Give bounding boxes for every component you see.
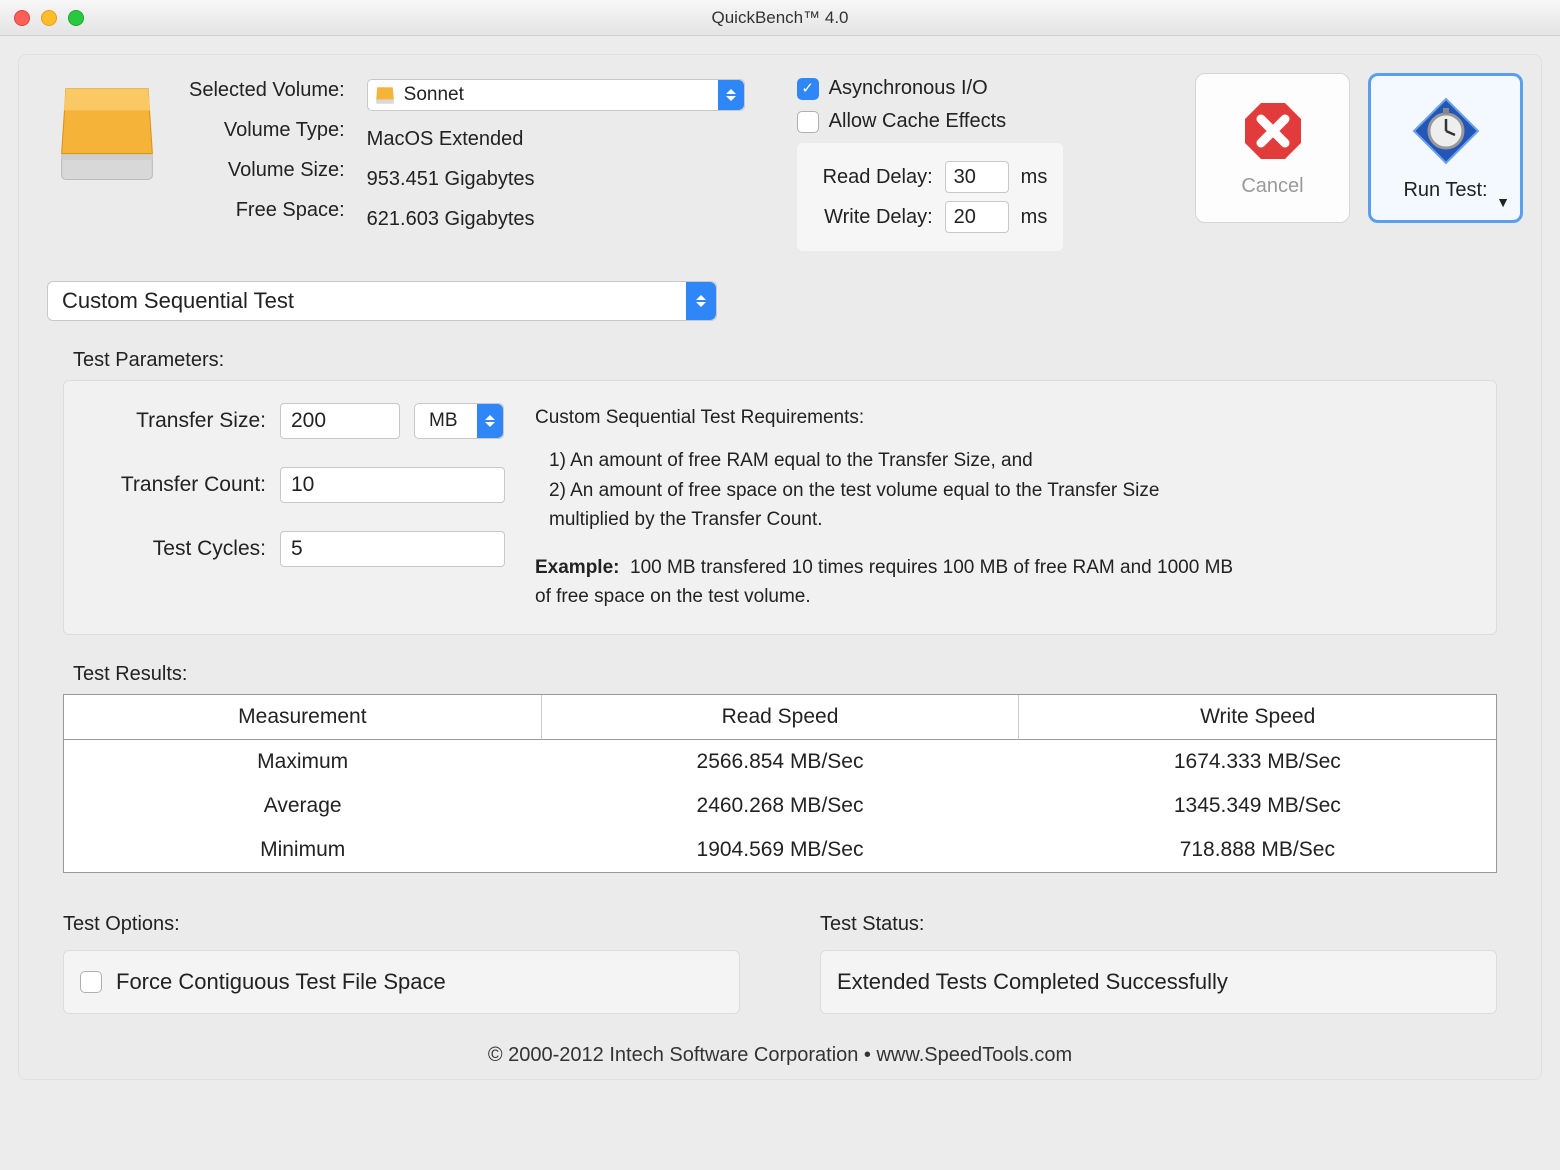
test-status-text: Extended Tests Completed Successfully [837,969,1228,995]
async-io-checkbox[interactable] [797,78,819,100]
transfer-size-input[interactable]: 200 [280,403,400,439]
test-status-label: Test Status: [820,913,1497,936]
transfer-count-input[interactable]: 10 [280,467,505,503]
cancel-button[interactable]: Cancel [1195,73,1350,223]
table-row: Maximum 2566.854 MB/Sec 1674.333 MB/Sec [64,740,1496,784]
force-contiguous-checkbox[interactable] [80,971,102,993]
dropdown-arrows-icon [477,404,503,438]
stopwatch-icon [1410,95,1482,167]
ms-label: ms [1021,166,1048,189]
transfer-count-label: Transfer Count: [86,473,266,497]
window-title: QuickBench™ 4.0 [0,8,1560,28]
selected-volume-label: Selected Volume: [189,79,345,102]
col-write-speed: Write Speed [1019,695,1496,740]
test-parameters-label: Test Parameters: [73,349,1523,372]
col-measurement: Measurement [64,695,542,740]
example-text: 100 MB transfered 10 times requires 100 … [535,557,1233,607]
titlebar: QuickBench™ 4.0 [0,0,1560,36]
async-io-label: Asynchronous I/O [829,77,988,100]
table-row: Minimum 1904.569 MB/Sec 718.888 MB/Sec [64,828,1496,872]
table-row: Average 2460.268 MB/Sec 1345.349 MB/Sec [64,784,1496,828]
col-read-speed: Read Speed [542,695,1020,740]
volume-size-value: 953.451 Gigabytes [367,168,535,191]
read-delay-input[interactable]: 30 [945,161,1009,193]
free-space-label: Free Space: [236,199,345,222]
example-label: Example: [535,557,619,578]
results-table: Measurement Read Speed Write Speed Maxim… [63,694,1497,873]
volume-type-label: Volume Type: [224,119,345,142]
write-delay-input[interactable]: 20 [945,201,1009,233]
volume-select-value: Sonnet [404,84,464,106]
dropdown-arrows-icon [718,80,744,110]
volume-type-value: MacOS Extended [367,128,524,151]
volume-select[interactable]: Sonnet [367,79,745,111]
test-results-label: Test Results: [73,663,1523,686]
transfer-size-unit-select[interactable]: MB [414,403,504,439]
requirement-1: 1) An amount of free RAM equal to the Tr… [549,446,1235,475]
force-contiguous-label: Force Contiguous Test File Space [116,969,446,995]
test-type-select[interactable]: Custom Sequential Test [47,281,717,321]
volume-size-label: Volume Size: [228,159,345,182]
write-delay-label: Write Delay: [813,206,933,229]
requirement-2: 2) An amount of free space on the test v… [549,476,1235,535]
allow-cache-label: Allow Cache Effects [829,110,1007,133]
test-cycles-input[interactable]: 5 [280,531,505,567]
test-parameters-panel: Transfer Size: 200 MB Transfer Count: 10… [63,380,1497,635]
read-delay-label: Read Delay: [813,166,933,189]
run-test-button[interactable]: Run Test: ▼ [1368,73,1523,223]
test-type-value: Custom Sequential Test [62,288,294,314]
test-options-label: Test Options: [63,913,740,936]
volume-icon [37,73,177,251]
allow-cache-checkbox[interactable] [797,111,819,133]
cancel-icon [1241,99,1305,163]
free-space-value: 621.603 Gigabytes [367,208,535,231]
ms-label-2: ms [1021,206,1048,229]
transfer-size-label: Transfer Size: [86,409,266,433]
footer-text: © 2000-2012 Intech Software Corporation … [37,1044,1523,1067]
dropdown-arrows-icon [686,282,716,320]
test-cycles-label: Test Cycles: [86,537,266,561]
dropdown-caret-icon: ▼ [1496,194,1510,210]
requirements-title: Custom Sequential Test Requirements: [535,403,1235,432]
